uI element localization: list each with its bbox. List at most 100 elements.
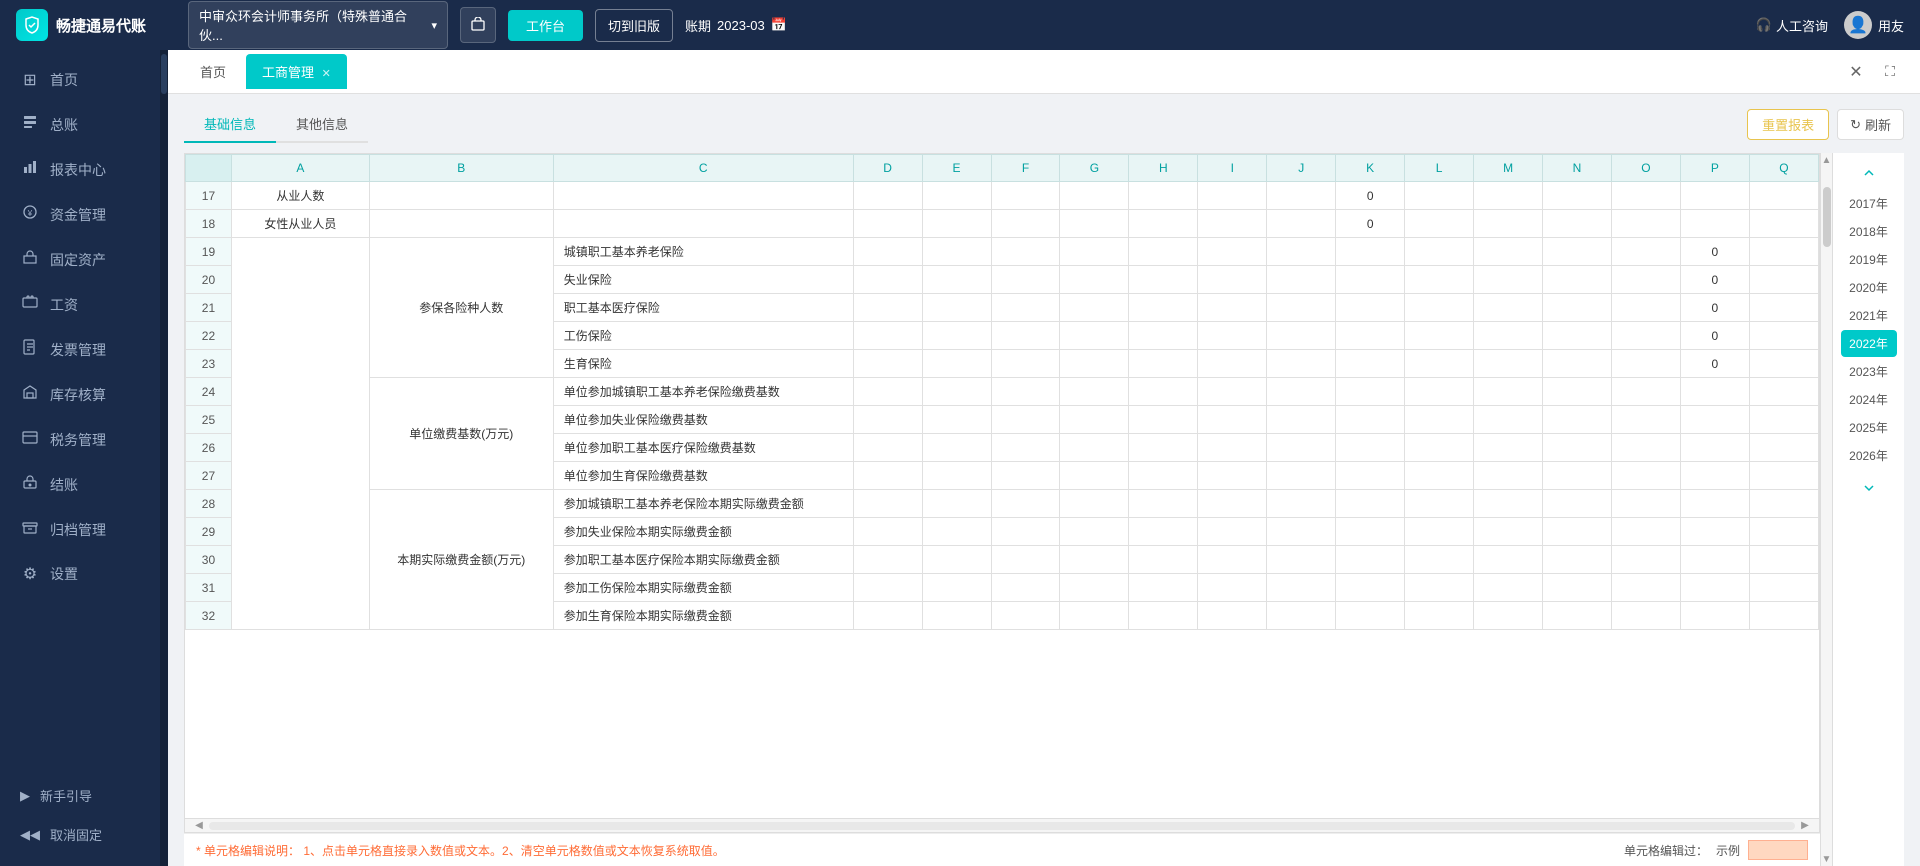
cell-I[interactable] bbox=[1198, 602, 1267, 630]
cell-Q[interactable] bbox=[1749, 602, 1818, 630]
cell-O[interactable] bbox=[1611, 518, 1680, 546]
cell-M[interactable] bbox=[1474, 602, 1543, 630]
cell-P[interactable] bbox=[1680, 210, 1749, 238]
cell-O[interactable] bbox=[1611, 490, 1680, 518]
cell-F[interactable] bbox=[991, 574, 1060, 602]
sidebar-item-close-accounts[interactable]: 结账 bbox=[0, 462, 160, 507]
cell-D[interactable] bbox=[853, 406, 922, 434]
cell-P[interactable] bbox=[1680, 602, 1749, 630]
cell-O[interactable] bbox=[1611, 546, 1680, 574]
cell-G[interactable] bbox=[1060, 490, 1129, 518]
cell-G[interactable] bbox=[1060, 238, 1129, 266]
cell-C[interactable]: 参加城镇职工基本养老保险本期实际缴费金额 bbox=[553, 490, 853, 518]
sidebar-item-assets[interactable]: 固定资产 bbox=[0, 237, 160, 282]
cell-D[interactable] bbox=[853, 490, 922, 518]
cell-H[interactable] bbox=[1129, 378, 1198, 406]
cell-C[interactable]: 单位参加失业保险缴费基数 bbox=[553, 406, 853, 434]
year-item[interactable]: 2020年 bbox=[1841, 274, 1897, 301]
cell-K[interactable] bbox=[1336, 602, 1405, 630]
cell-I[interactable] bbox=[1198, 462, 1267, 490]
cell-C[interactable]: 工伤保险 bbox=[553, 322, 853, 350]
cell-D[interactable] bbox=[853, 434, 922, 462]
cell-F[interactable] bbox=[991, 546, 1060, 574]
year-item[interactable]: 2026年 bbox=[1841, 442, 1897, 469]
cell-J[interactable] bbox=[1267, 434, 1336, 462]
year-item[interactable]: 2025年 bbox=[1841, 414, 1897, 441]
cell-Q[interactable] bbox=[1749, 490, 1818, 518]
cell-L[interactable] bbox=[1405, 322, 1474, 350]
cell-I[interactable] bbox=[1198, 182, 1267, 210]
cell-J[interactable] bbox=[1267, 490, 1336, 518]
year-item[interactable]: 2018年 bbox=[1841, 218, 1897, 245]
cell-I[interactable] bbox=[1198, 378, 1267, 406]
cell-I[interactable] bbox=[1198, 434, 1267, 462]
cell-A[interactable]: 从业人数 bbox=[231, 182, 369, 210]
cell-F[interactable] bbox=[991, 518, 1060, 546]
expand-panel-button[interactable]: ⛶ bbox=[1876, 58, 1904, 86]
cell-P[interactable]: 0 bbox=[1680, 322, 1749, 350]
cell-H[interactable] bbox=[1129, 518, 1198, 546]
cell-C[interactable]: 单位参加生育保险缴费基数 bbox=[553, 462, 853, 490]
cell-L[interactable] bbox=[1405, 238, 1474, 266]
support-area[interactable]: 🎧 人工咨询 bbox=[1756, 16, 1828, 35]
cell-J[interactable] bbox=[1267, 574, 1336, 602]
cell-N[interactable] bbox=[1543, 546, 1612, 574]
cell-O[interactable] bbox=[1611, 182, 1680, 210]
cell-K[interactable] bbox=[1336, 378, 1405, 406]
cell-J[interactable] bbox=[1267, 210, 1336, 238]
cell-M[interactable] bbox=[1474, 434, 1543, 462]
year-item[interactable]: 2017年 bbox=[1841, 190, 1897, 217]
sidebar-item-salary[interactable]: 工资 bbox=[0, 282, 160, 327]
cell-H[interactable] bbox=[1129, 350, 1198, 378]
close-panel-button[interactable]: ✕ bbox=[1842, 58, 1870, 86]
user-area[interactable]: 👤 用友 bbox=[1844, 11, 1904, 39]
cell-C[interactable] bbox=[553, 210, 853, 238]
sidebar-item-invoice[interactable]: 发票管理 bbox=[0, 327, 160, 372]
cell-Q[interactable] bbox=[1749, 574, 1818, 602]
cell-A[interactable]: 女性从业人员 bbox=[231, 210, 369, 238]
cell-C[interactable]: 城镇职工基本养老保险 bbox=[553, 238, 853, 266]
cell-P[interactable]: 0 bbox=[1680, 238, 1749, 266]
cell-N[interactable] bbox=[1543, 490, 1612, 518]
cell-I[interactable] bbox=[1198, 490, 1267, 518]
cell-L[interactable] bbox=[1405, 574, 1474, 602]
sidebar-item-inventory[interactable]: 库存核算 bbox=[0, 372, 160, 417]
cell-K[interactable] bbox=[1336, 434, 1405, 462]
cell-B[interactable] bbox=[369, 210, 553, 238]
cell-P[interactable] bbox=[1680, 518, 1749, 546]
cell-E[interactable] bbox=[922, 490, 991, 518]
cell-H[interactable] bbox=[1129, 322, 1198, 350]
cell-L[interactable] bbox=[1405, 266, 1474, 294]
cell-N[interactable] bbox=[1543, 322, 1612, 350]
cell-H[interactable] bbox=[1129, 574, 1198, 602]
cell-J[interactable] bbox=[1267, 406, 1336, 434]
cell-M[interactable] bbox=[1474, 546, 1543, 574]
cell-D[interactable] bbox=[853, 238, 922, 266]
cell-B[interactable]: 单位缴费基数(万元) bbox=[369, 378, 553, 490]
cell-H[interactable] bbox=[1129, 462, 1198, 490]
sidebar-item-reports[interactable]: 报表中心 bbox=[0, 147, 160, 192]
cell-I[interactable] bbox=[1198, 266, 1267, 294]
tab-home[interactable]: 首页 bbox=[184, 54, 242, 89]
cell-F[interactable] bbox=[991, 378, 1060, 406]
cell-I[interactable] bbox=[1198, 294, 1267, 322]
cell-L[interactable] bbox=[1405, 602, 1474, 630]
cell-D[interactable] bbox=[853, 294, 922, 322]
cell-F[interactable] bbox=[991, 322, 1060, 350]
cell-L[interactable] bbox=[1405, 294, 1474, 322]
year-scroll-up-btn[interactable] bbox=[1851, 159, 1887, 187]
cell-P[interactable] bbox=[1680, 574, 1749, 602]
cell-C[interactable]: 参加失业保险本期实际缴费金额 bbox=[553, 518, 853, 546]
cell-C[interactable]: 职工基本医疗保险 bbox=[553, 294, 853, 322]
cell-J[interactable] bbox=[1267, 546, 1336, 574]
cell-G[interactable] bbox=[1060, 518, 1129, 546]
cell-E[interactable] bbox=[922, 602, 991, 630]
reset-report-button[interactable]: 重置报表 bbox=[1747, 109, 1829, 140]
cell-N[interactable] bbox=[1543, 434, 1612, 462]
cell-J[interactable] bbox=[1267, 322, 1336, 350]
cell-O[interactable] bbox=[1611, 266, 1680, 294]
cell-K[interactable] bbox=[1336, 546, 1405, 574]
cell-H[interactable] bbox=[1129, 266, 1198, 294]
cell-M[interactable] bbox=[1474, 266, 1543, 294]
cell-L[interactable] bbox=[1405, 406, 1474, 434]
